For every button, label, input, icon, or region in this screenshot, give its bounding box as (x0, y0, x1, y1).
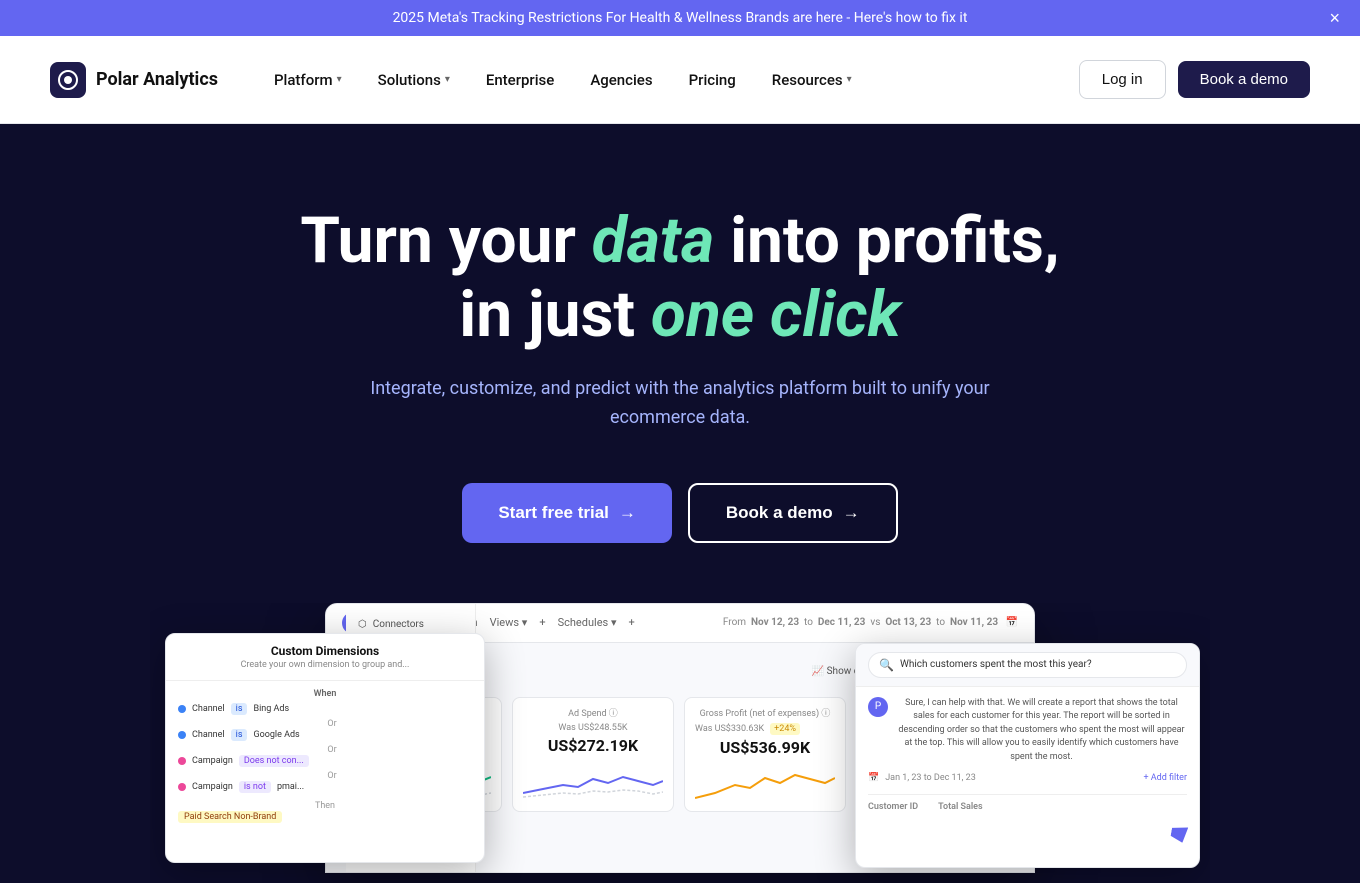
hero-title: Turn your data into profits, in just one… (20, 204, 1340, 351)
connector-dot-blue (178, 705, 186, 713)
dashboard-date-range: From Nov 12, 23 to Dec 11, 23 vs Oct 13,… (723, 617, 1018, 628)
nav-item-enterprise[interactable]: Enterprise (470, 63, 570, 97)
hero-title-line2: in just one click (459, 277, 900, 352)
navbar: Polar Analytics Platform ▾ Solutions ▾ E… (0, 36, 1360, 124)
banner-close-button[interactable]: × (1329, 9, 1340, 27)
logo-icon (50, 62, 86, 98)
dashboard-screenshot: P Polar + Add section Views ▾ + Schedule… (150, 603, 1210, 883)
custom-dimensions-panel: Custom Dimensions Create your own dimens… (165, 633, 485, 863)
hero-cta-buttons: Start free trial → Book a demo → (20, 483, 1340, 543)
hero-subtitle: Integrate, customize, and predict with t… (340, 375, 1020, 433)
metric-gross-profit: Gross Profit (net of expenses) ⓘ Was US$… (684, 697, 846, 812)
connector-dot-pink (178, 757, 186, 765)
nav-item-agencies[interactable]: Agencies (574, 63, 668, 97)
chevron-down-icon: ▾ (337, 74, 342, 85)
nav-links: Platform ▾ Solutions ▾ Enterprise Agenci… (258, 63, 1079, 97)
nav-actions: Log in Book a demo (1079, 60, 1310, 99)
hero-title-line1: Turn your data into profits, (300, 203, 1059, 278)
leftnav-connectors: ⬡ Connectors (346, 614, 475, 635)
ai-response: P Sure, I can help with that. We will cr… (856, 687, 1199, 853)
nav-item-solutions[interactable]: Solutions ▾ (362, 63, 466, 97)
arrow-icon: → (619, 503, 636, 523)
nav-logo[interactable]: Polar Analytics (50, 62, 218, 98)
ai-question: 🔍 Which customers spent the most this ye… (868, 652, 1187, 678)
chevron-down-icon: ▾ (847, 74, 852, 85)
announcement-banner: 2025 Meta's Tracking Restrictions For He… (0, 0, 1360, 36)
start-trial-button[interactable]: Start free trial → (462, 483, 672, 543)
book-demo-nav-button[interactable]: Book a demo (1178, 61, 1310, 98)
connector-dot-pink2 (178, 783, 186, 791)
connector-dot-blue2 (178, 731, 186, 739)
nav-item-platform[interactable]: Platform ▾ (258, 63, 358, 97)
nav-item-pricing[interactable]: Pricing (673, 63, 752, 97)
book-demo-hero-button[interactable]: Book a demo → (688, 483, 898, 543)
logo-text: Polar Analytics (96, 69, 218, 90)
chevron-down-icon: ▾ (445, 74, 450, 85)
arrow-icon: → (843, 503, 860, 523)
banner-text: 2025 Meta's Tracking Restrictions For He… (40, 10, 1320, 26)
nav-item-resources[interactable]: Resources ▾ (756, 63, 868, 97)
ai-assistant-panel: 🔍 Which customers spent the most this ye… (855, 643, 1200, 868)
cursor-icon (1170, 825, 1189, 844)
login-button[interactable]: Log in (1079, 60, 1166, 99)
metric-ad-spend: Ad Spend ⓘ Was US$248.55K US$272.19K (512, 697, 674, 812)
hero-section: Turn your data into profits, in just one… (0, 124, 1360, 883)
